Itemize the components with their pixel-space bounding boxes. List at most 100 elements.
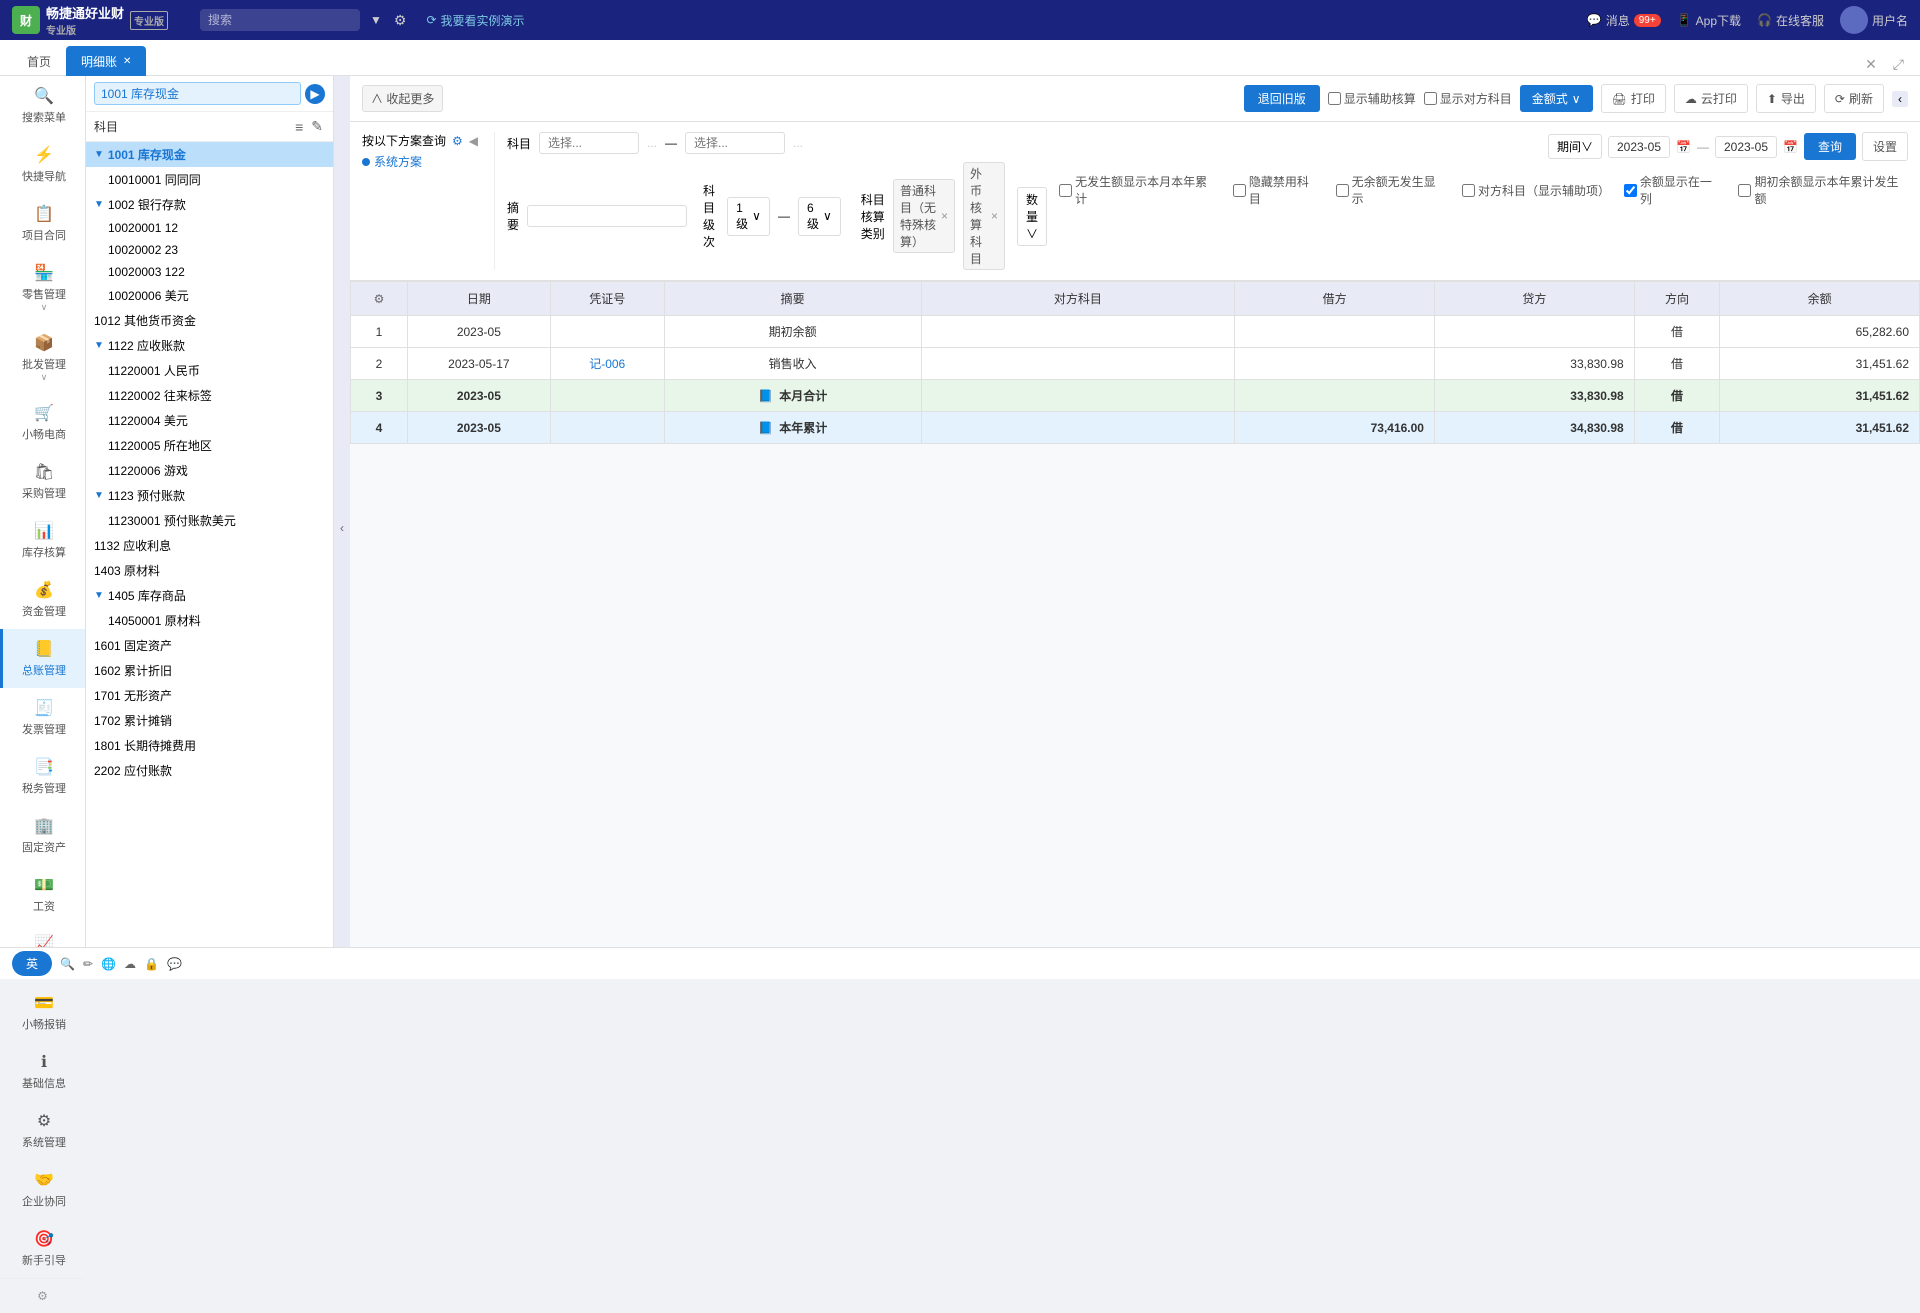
level-to-select[interactable]: 6级 ∨ [798, 197, 841, 236]
query-btn[interactable]: 查询 [1804, 133, 1856, 160]
bottom-edit-icon[interactable]: ✏ [83, 957, 93, 971]
sidebar-item-purchase[interactable]: 🛍 采购管理 [0, 452, 85, 511]
summary-input[interactable] [527, 205, 687, 227]
user-avatar[interactable]: 用户名 [1840, 6, 1908, 34]
tab-detail-ledger[interactable]: 明细账 ✕ [66, 46, 146, 76]
close-panel-btn[interactable]: ✕ [1861, 54, 1881, 75]
tree-nav-btn[interactable]: ▶ [305, 84, 325, 104]
tree-node-1002[interactable]: ▼ 1002 银行存款 [86, 192, 333, 217]
tree-node-11230001[interactable]: 11230001 预付账款美元 [86, 508, 333, 533]
cb-no-balance[interactable]: 无发生额显示本月本年累计 [1059, 173, 1217, 207]
cb-opening[interactable]: 期初余额显示本年累计发生额 [1738, 173, 1908, 207]
lang-btn[interactable]: 英 [12, 951, 52, 976]
sidebar-item-project[interactable]: 📋 项目合同 [0, 194, 85, 253]
sidebar-item-tax[interactable]: 📑 税务管理 [0, 747, 85, 806]
right-collapse-btn[interactable]: ‹ [1892, 91, 1908, 107]
scheme-item[interactable]: 系统方案 [362, 153, 482, 170]
message-btn[interactable]: 💬 消息 99+ [1587, 12, 1661, 29]
tree-node-1001[interactable]: ▼ 1001 库存现金 [86, 142, 333, 167]
show-subject-checkbox[interactable]: 显示对方科目 [1424, 90, 1512, 107]
cloud-print-btn[interactable]: ☁ 云打印 [1674, 84, 1748, 113]
tree-node-1801[interactable]: 1801 长期待摊费用 [86, 733, 333, 758]
tree-node-11220005[interactable]: 11220005 所在地区 [86, 433, 333, 458]
sidebar-item-expense[interactable]: 💳 小畅报销 [0, 983, 85, 1042]
tree-node-10020002[interactable]: 10020002 23 [86, 239, 333, 261]
sidebar-item-salary[interactable]: 💵 工资 [0, 865, 85, 924]
sidebar-item-ecommerce[interactable]: 🛒 小畅电商 [0, 393, 85, 452]
cb-balance-one-col[interactable]: 余额显示在一列 [1624, 173, 1723, 207]
tree-edit-icon[interactable]: ✎ [309, 116, 325, 137]
sidebar-item-basic[interactable]: ℹ 基础信息 [0, 1042, 85, 1101]
bottom-web-icon[interactable]: 🌐 [101, 957, 116, 971]
sidebar-item-nav[interactable]: ⚡ 快捷导航 [0, 135, 85, 194]
collapse-side-btn[interactable]: ‹ [334, 76, 350, 979]
cb-hide-disabled[interactable]: 隐藏禁用科目 [1233, 173, 1320, 207]
tree-node-1403[interactable]: 1403 原材料 [86, 558, 333, 583]
app-download-btn[interactable]: 📱 App下载 [1677, 12, 1741, 29]
demo-button[interactable]: ⟳ 我要看实例演示 [426, 12, 524, 29]
subject-from-input[interactable] [539, 132, 639, 154]
type-chip-1-close[interactable]: × [941, 209, 948, 223]
amount-style-btn[interactable]: 金额式 ∨ [1520, 85, 1593, 112]
cb-opposite[interactable]: 对方科目（显示辅助项） [1462, 182, 1608, 199]
voucher-link[interactable]: 记-006 [589, 357, 625, 371]
tree-node-10020003[interactable]: 10020003 122 [86, 261, 333, 283]
subject-to-input[interactable] [685, 132, 785, 154]
tab-close-icon[interactable]: ✕ [123, 56, 131, 67]
sidebar-item-inventory[interactable]: 📊 库存核算 [0, 511, 85, 570]
tree-node-10010001[interactable]: 10010001 同同同 [86, 167, 333, 192]
search-dropdown-icon[interactable]: ▼ [370, 13, 382, 27]
tree-node-1132[interactable]: 1132 应收利息 [86, 533, 333, 558]
table-settings-icon[interactable]: ⚙ [374, 292, 385, 306]
scheme-collapse-icon[interactable]: ◀ [469, 134, 478, 148]
sidebar-item-invoice[interactable]: 🧾 发票管理 [0, 688, 85, 747]
level-from-select[interactable]: 1级 ∨ [727, 197, 770, 236]
sidebar-gear-btn[interactable]: ⚙ [0, 1278, 85, 1313]
tree-node-1012[interactable]: 1012 其他货币资金 [86, 308, 333, 333]
tree-node-11220004[interactable]: 11220004 美元 [86, 408, 333, 433]
export-btn[interactable]: ⬆ 导出 [1756, 84, 1816, 113]
tree-list-icon[interactable]: ≡ [293, 117, 305, 137]
sidebar-item-ledger[interactable]: 📒 总账管理 [0, 629, 85, 688]
sidebar-item-search[interactable]: 🔍 搜索菜单 [0, 76, 85, 135]
set-btn[interactable]: 设置 [1862, 132, 1908, 161]
tree-node-14050001[interactable]: 14050001 原材料 [86, 608, 333, 633]
tab-home[interactable]: 首页 [12, 46, 66, 76]
refresh-btn[interactable]: ⟳ 刷新 [1824, 84, 1884, 113]
print-btn[interactable]: 🖨 打印 [1601, 84, 1666, 113]
tree-node-10020001[interactable]: 10020001 12 [86, 217, 333, 239]
return-old-btn[interactable]: 退回旧版 [1244, 85, 1320, 112]
tree-node-1602[interactable]: 1602 累计折旧 [86, 658, 333, 683]
cb-no-balance2[interactable]: 无余额无发生显示 [1336, 173, 1446, 207]
collapse-filter-btn[interactable]: ∧ 收起更多 [362, 85, 443, 112]
bottom-cloud-icon[interactable]: ☁ [124, 957, 136, 971]
tree-node-10020006[interactable]: 10020006 美元 [86, 283, 333, 308]
tree-node-1701[interactable]: 1701 无形资产 [86, 683, 333, 708]
bottom-lock-icon[interactable]: 🔒 [144, 957, 159, 971]
maximize-panel-btn[interactable]: ⤢ [1889, 54, 1908, 75]
show-helper-checkbox[interactable]: 显示辅助核算 [1328, 90, 1416, 107]
online-service-btn[interactable]: 🎧 在线客服 [1757, 12, 1824, 29]
tree-node-1122[interactable]: ▼ 1122 应收账款 [86, 333, 333, 358]
qty-select[interactable]: 数量∨ [1017, 187, 1047, 246]
sidebar-item-assets[interactable]: 🏢 固定资产 [0, 806, 85, 865]
top-search-input[interactable] [200, 9, 360, 31]
tree-node-1601[interactable]: 1601 固定资产 [86, 633, 333, 658]
sidebar-item-wholesale[interactable]: 📦 批发管理 ∨ [0, 323, 85, 393]
bottom-chat-icon[interactable]: 💬 [167, 957, 182, 971]
tree-node-11220006[interactable]: 11220006 游戏 [86, 458, 333, 483]
period-to-input[interactable]: 2023-05 [1715, 136, 1777, 158]
tree-node-1405[interactable]: ▼ 1405 库存商品 [86, 583, 333, 608]
period-from-input[interactable]: 2023-05 [1608, 136, 1670, 158]
sidebar-item-system[interactable]: ⚙ 系统管理 [0, 1101, 85, 1160]
tree-node-11220001[interactable]: 11220001 人民币 [86, 358, 333, 383]
sidebar-item-collab[interactable]: 🤝 企业协同 [0, 1160, 85, 1219]
tree-node-2202[interactable]: 2202 应付账款 [86, 758, 333, 783]
sidebar-item-retail[interactable]: 🏪 零售管理 ∨ [0, 253, 85, 323]
settings-icon[interactable]: ⚙ [394, 12, 407, 29]
scheme-settings-icon[interactable]: ⚙ [452, 134, 463, 148]
sidebar-item-finance[interactable]: 💰 资金管理 [0, 570, 85, 629]
tree-node-11220002[interactable]: 11220002 往来标签 [86, 383, 333, 408]
period-type-select[interactable]: 期间∨ [1548, 134, 1602, 159]
bottom-search-icon[interactable]: 🔍 [60, 957, 75, 971]
